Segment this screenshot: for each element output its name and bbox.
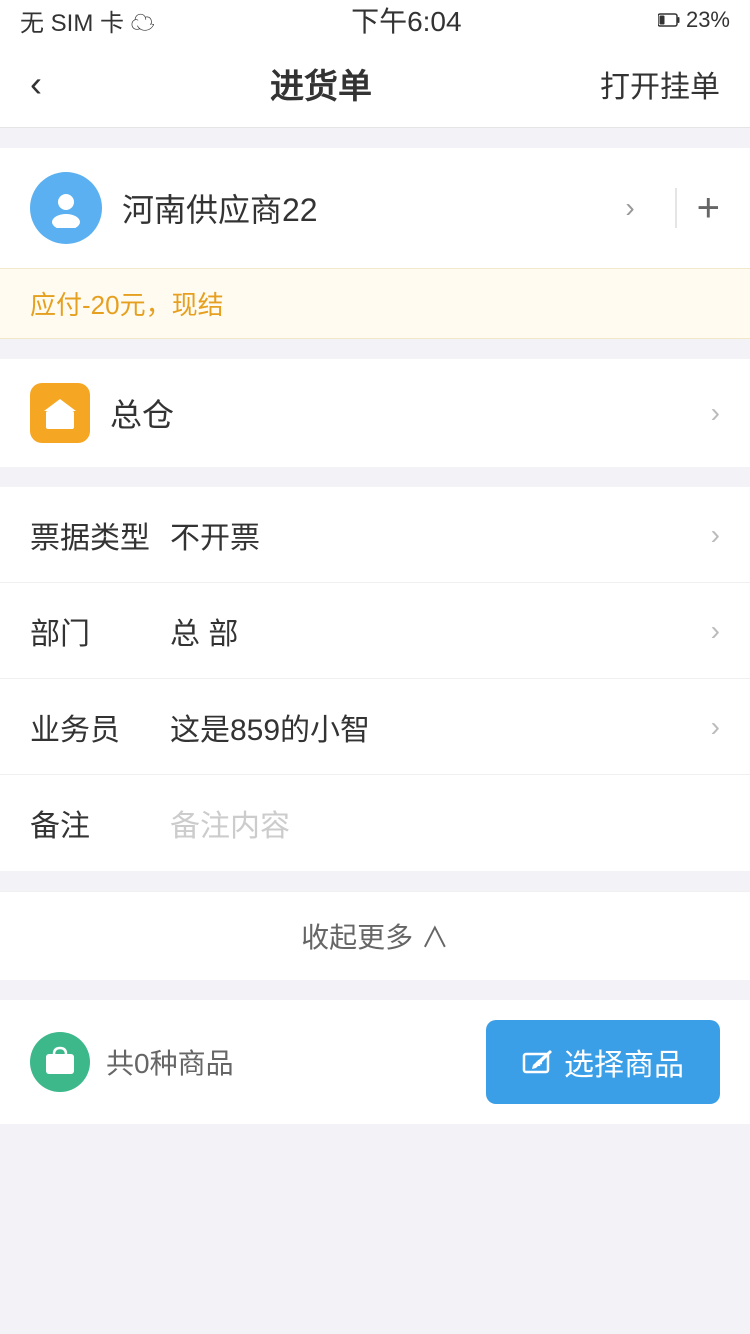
- status-time: 下午6:04: [351, 0, 462, 40]
- department-value: 总 部: [150, 609, 711, 653]
- product-icon: [30, 1032, 90, 1092]
- remark-input[interactable]: 备注内容: [150, 801, 720, 845]
- back-button[interactable]: ‹: [30, 63, 42, 105]
- salesperson-row[interactable]: 业务员 这是859的小智 ›: [0, 679, 750, 775]
- supplier-row[interactable]: 河南供应商22 › +: [0, 148, 750, 268]
- select-product-button[interactable]: 选择商品: [486, 1020, 720, 1104]
- product-count-label: 共0种商品: [106, 1042, 234, 1082]
- department-chevron-icon: ›: [711, 615, 720, 647]
- collapse-label[interactable]: 收起更多 ∧: [301, 916, 449, 956]
- warehouse-row[interactable]: 总仓 ›: [0, 359, 750, 467]
- collapse-row[interactable]: 收起更多 ∧: [0, 891, 750, 980]
- sim-label: 无 SIM 卡 ☁: [20, 3, 155, 38]
- form-section: 票据类型 不开票 › 部门 总 部 › 业务员 这是859的小智 › 备注 备注…: [0, 487, 750, 871]
- status-left: 无 SIM 卡 ☁: [20, 3, 155, 38]
- remark-label: 备注: [30, 801, 150, 845]
- content: 河南供应商22 › + 应付-20元，现结 总仓 › 票据类型 不开票 ›: [0, 128, 750, 1124]
- supplier-name: 河南供应商22: [122, 185, 625, 231]
- supplier-chevron-icon: ›: [625, 192, 634, 224]
- warehouse-name: 总仓: [110, 390, 711, 436]
- invoice-label: 票据类型: [30, 513, 150, 557]
- bottom-bar: 共0种商品 选择商品: [0, 1000, 750, 1124]
- nav-bar: ‹ 进货单 打开挂单: [0, 40, 750, 128]
- supplier-card: 河南供应商22 › + 应付-20元，现结: [0, 148, 750, 339]
- supplier-divider: [675, 188, 677, 228]
- warehouse-card: 总仓 ›: [0, 359, 750, 467]
- select-product-label: 选择商品: [564, 1040, 684, 1084]
- invoice-chevron-icon: ›: [711, 519, 720, 551]
- department-row[interactable]: 部门 总 部 ›: [0, 583, 750, 679]
- product-count-section: 共0种商品: [30, 1032, 234, 1092]
- invoice-row[interactable]: 票据类型 不开票 ›: [0, 487, 750, 583]
- invoice-value: 不开票: [150, 513, 711, 557]
- salesperson-value: 这是859的小智: [150, 705, 711, 749]
- warehouse-icon: [30, 383, 90, 443]
- department-label: 部门: [30, 609, 150, 653]
- salesperson-label: 业务员: [30, 705, 150, 749]
- open-pending-button[interactable]: 打开挂单: [600, 62, 720, 106]
- battery-label: 23%: [686, 7, 730, 33]
- section-gap-2: [0, 339, 750, 359]
- status-right: 23%: [658, 7, 730, 33]
- add-supplier-button[interactable]: +: [697, 186, 720, 231]
- section-gap-1: [0, 128, 750, 148]
- page-title: 进货单: [270, 59, 372, 108]
- battery-icon: [658, 13, 680, 27]
- remark-row[interactable]: 备注 备注内容: [0, 775, 750, 871]
- salesperson-chevron-icon: ›: [711, 711, 720, 743]
- status-bar: 无 SIM 卡 ☁ 下午6:04 23%: [0, 0, 750, 40]
- supplier-avatar: [30, 172, 102, 244]
- supplier-notice: 应付-20元，现结: [0, 268, 750, 339]
- warehouse-chevron-icon: ›: [711, 397, 720, 429]
